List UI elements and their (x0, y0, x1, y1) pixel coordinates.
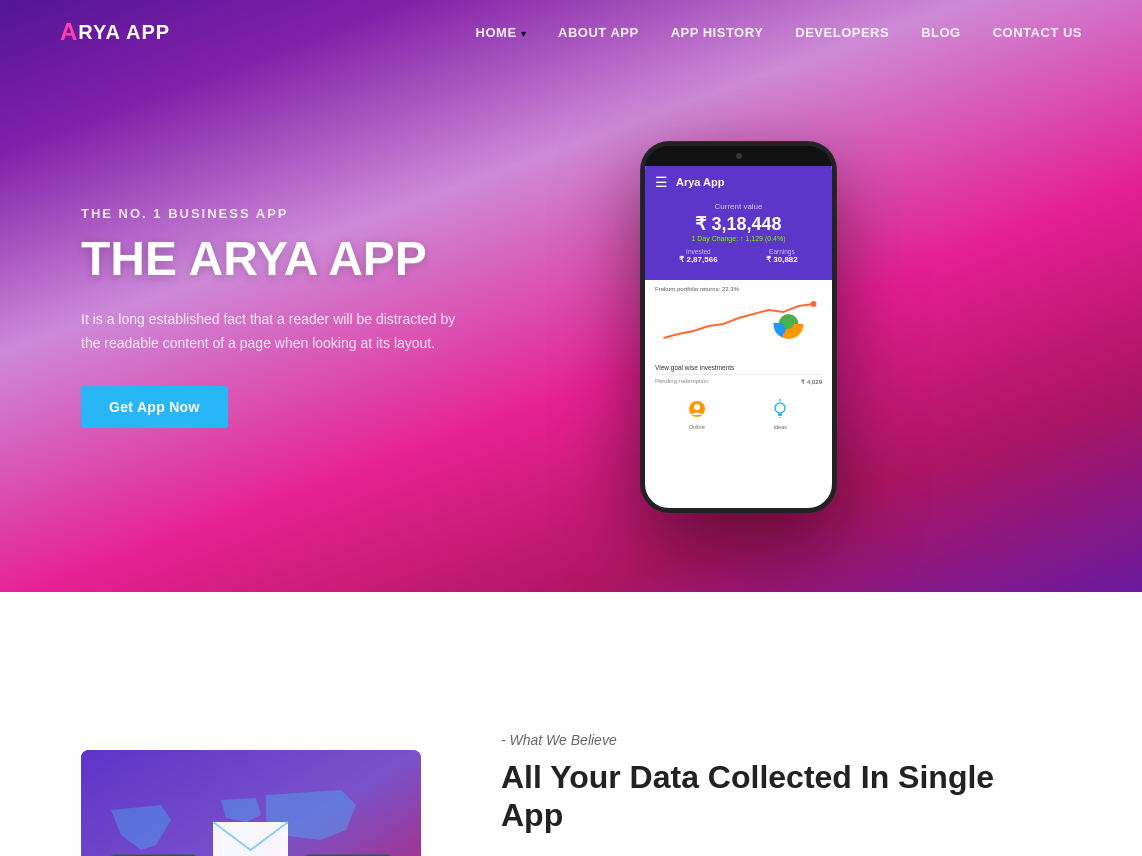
svg-point-3 (779, 314, 799, 334)
portfolio-chart (655, 296, 822, 346)
phone-outer: ☰ Arya App Current value ₹ 3,18,448 1 Da… (641, 142, 836, 512)
nav-link-developers[interactable]: DEVELOPERS (795, 25, 889, 40)
phone-amount: ₹ 3,18,448 (655, 213, 822, 235)
phone-current-label: Current value (655, 202, 822, 211)
phone-ideas-item: Ideas (770, 399, 790, 430)
hero-content: THE NO. 1 BUSINESS APP THE ARYA APP It i… (21, 62, 1121, 592)
phone-online-label: Online (687, 424, 707, 430)
nav-item-about[interactable]: ABOUT APP (558, 23, 639, 41)
phone-app-header: ☰ Arya App (645, 166, 832, 196)
phone-earnings: Earnings ₹ 30,882 (766, 248, 798, 264)
logo-a: A (60, 18, 78, 46)
phone-pending-row: Pending redemption ₹ 4,029 (655, 378, 822, 385)
nav-link-about[interactable]: ABOUT APP (558, 25, 639, 40)
phone-goal-row: View goal wise investments Pending redem… (649, 360, 828, 389)
hero-title: THE ARYA APP (81, 233, 581, 286)
phone-portfolio-label: Frekum portfolio returns: 22.3% (655, 286, 822, 292)
nav-links: HOME ABOUT APP APP HISTORY DEVELOPERS BL… (476, 23, 1082, 41)
phone-invested: Invested ₹ 2,87,566 (679, 248, 717, 264)
phone-mockup: ☰ Arya App Current value ₹ 3,18,448 1 Da… (641, 142, 836, 512)
phone-app-title: Arya App (676, 176, 725, 188)
phone-chart-area: Frekum portfolio returns: 22.3% (649, 280, 828, 356)
nav-item-history[interactable]: APP HISTORY (671, 23, 764, 41)
phone-pending-value: ₹ 4,029 (801, 378, 822, 385)
phone-app-body: Current value ₹ 3,18,448 1 Day Change: ↑… (645, 196, 832, 280)
online-icon (687, 399, 707, 422)
hero-description: It is a long established fact that a rea… (81, 308, 461, 356)
content-description: Vivamus varius, tellus id maximus vehicu… (501, 851, 1061, 856)
phone-top-bar (645, 146, 832, 166)
phone-online-item: Online (687, 399, 707, 430)
content-title: All Your Data Collected In Single App (501, 758, 1061, 835)
navbar: ARYA APP HOME ABOUT APP APP HISTORY DEVE… (0, 0, 1142, 64)
nav-item-developers[interactable]: DEVELOPERS (795, 23, 889, 41)
ideas-icon (770, 399, 790, 422)
phone-screen: ☰ Arya App Current value ₹ 3,18,448 1 Da… (645, 166, 832, 508)
nav-link-blog[interactable]: BLOG (921, 25, 961, 40)
logo[interactable]: ARYA APP (60, 18, 170, 46)
hero-text: THE NO. 1 BUSINESS APP THE ARYA APP It i… (81, 206, 581, 427)
content-section-label: - What We Believe (501, 732, 1061, 748)
content-section: - What We Believe All Your Data Collecte… (21, 652, 1121, 856)
svg-point-6 (775, 403, 785, 413)
logo-text: RYA APP (78, 21, 170, 44)
nav-item-blog[interactable]: BLOG (921, 23, 961, 41)
hero-section: THE NO. 1 BUSINESS APP THE ARYA APP It i… (0, 0, 1142, 592)
svg-point-0 (811, 301, 817, 307)
nav-item-home[interactable]: HOME (476, 23, 526, 41)
nav-link-contact[interactable]: CONTACT US (993, 25, 1082, 40)
get-app-button[interactable]: Get App Now (81, 386, 228, 428)
nav-item-contact[interactable]: CONTACT US (993, 23, 1082, 41)
nav-link-history[interactable]: APP HISTORY (671, 25, 764, 40)
phone-camera (736, 153, 742, 159)
svg-rect-7 (778, 413, 782, 416)
hero-subtitle: THE NO. 1 BUSINESS APP (81, 206, 581, 221)
nav-link-home[interactable]: HOME (476, 25, 517, 40)
phone-day-change: 1 Day Change: ↑ 1,129 (0.4%) (655, 235, 822, 242)
phone-stats: Invested ₹ 2,87,566 Earnings ₹ 30,882 (655, 248, 822, 264)
svg-point-5 (694, 404, 700, 410)
phone-ideas-label: Ideas (770, 424, 790, 430)
phone-bottom-row: Online Ideas (649, 393, 828, 436)
world-map-svg (81, 750, 421, 856)
content-text: - What We Believe All Your Data Collecte… (501, 732, 1061, 856)
hamburger-icon: ☰ (655, 174, 668, 190)
phone-pending-label: Pending redemption (655, 378, 709, 385)
phone-goal-text: View goal wise investments (655, 364, 822, 375)
content-illustration (81, 750, 421, 856)
